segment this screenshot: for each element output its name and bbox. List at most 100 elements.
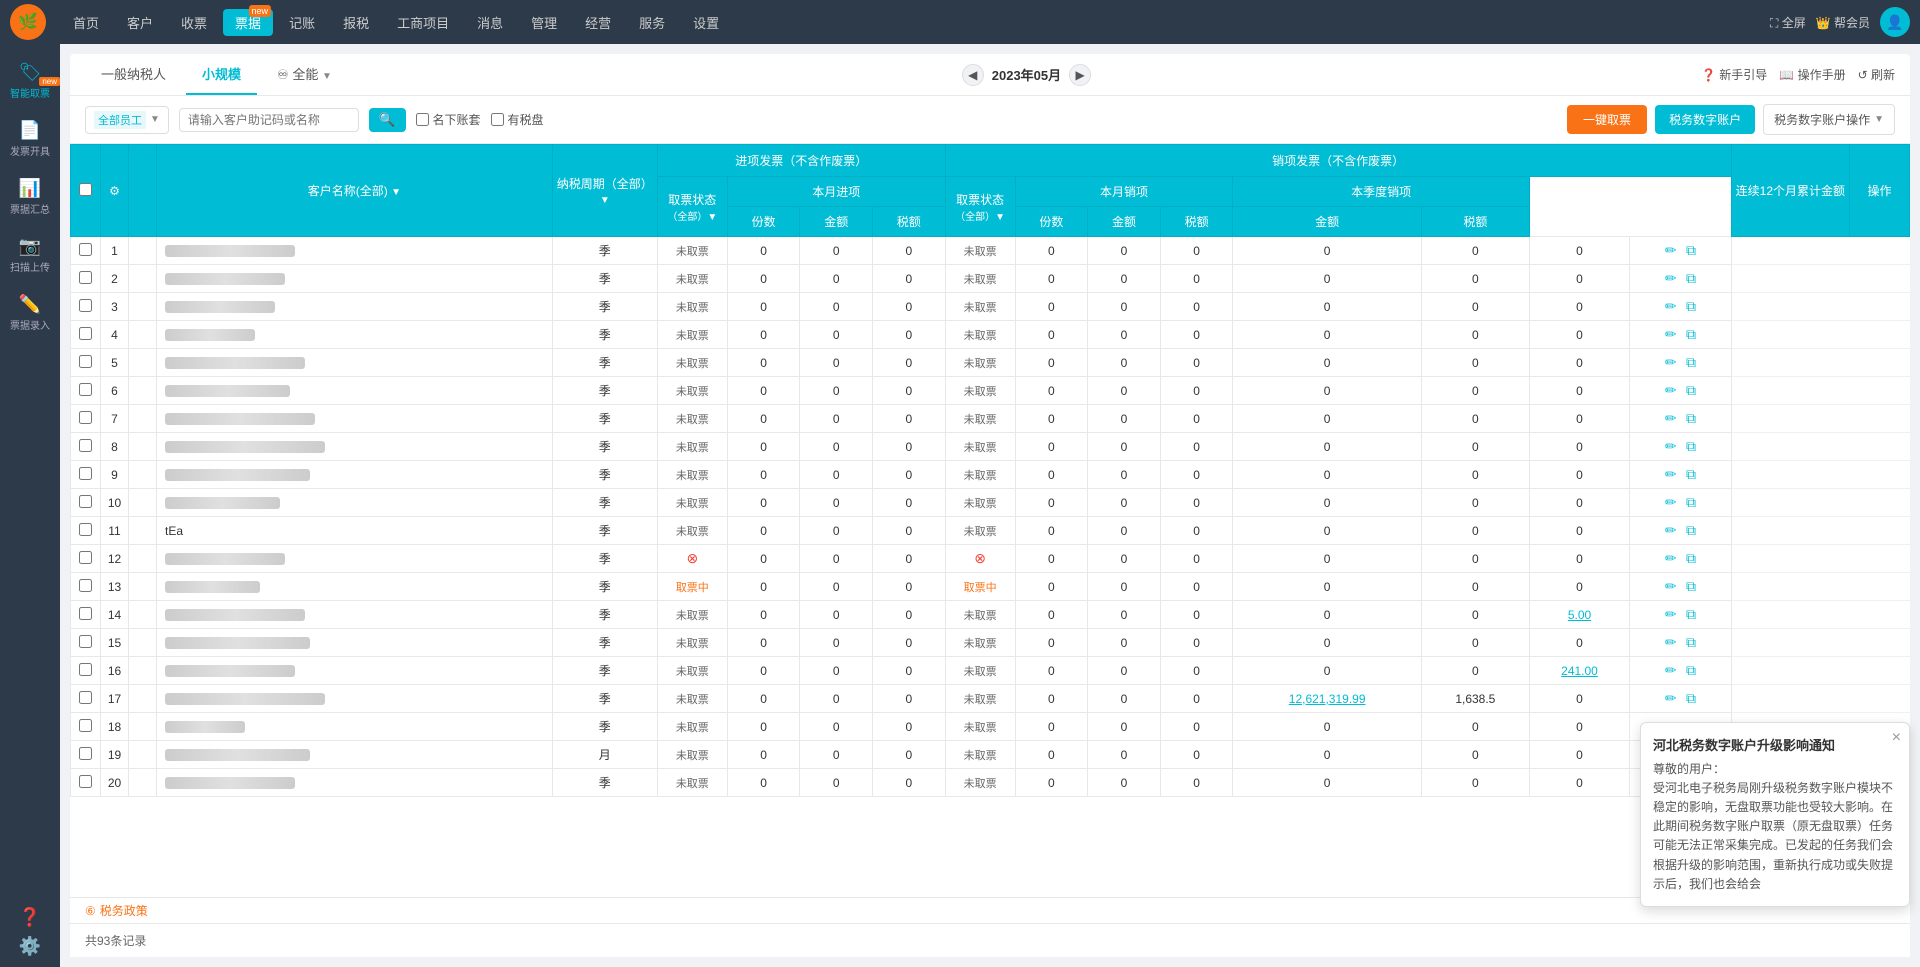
nav-settings[interactable]: 设置 [681, 9, 731, 36]
sidebar-item-smart-ticket[interactable]: 🏷 智能取票 new [0, 54, 60, 108]
tab-small-scale[interactable]: 小规模 [186, 54, 257, 95]
tax-digital-ops-btn[interactable]: 税务数字账户操作 ▼ [1763, 104, 1895, 135]
edit-btn[interactable]: ✏ [1662, 242, 1680, 258]
nav-ticket[interactable]: 票据 new [223, 9, 273, 36]
tab-all[interactable]: ♾ 全能 ▼ [261, 54, 348, 95]
nav-service[interactable]: 服务 [627, 9, 677, 36]
copy-btn[interactable]: ⧉ [1683, 298, 1699, 314]
edit-btn[interactable]: ✏ [1662, 494, 1680, 510]
row-checkbox[interactable] [79, 299, 92, 312]
th-settings[interactable]: ⚙ [101, 145, 129, 237]
nav-business[interactable]: 工商项目 [385, 9, 461, 36]
period-prev-btn[interactable]: ◀ [962, 64, 984, 86]
edit-btn[interactable]: ✏ [1662, 326, 1680, 342]
row-checkbox[interactable] [79, 243, 92, 256]
copy-btn[interactable]: ⧉ [1683, 550, 1699, 566]
copy-btn[interactable]: ⧉ [1683, 690, 1699, 706]
row-checkbox[interactable] [79, 551, 92, 564]
nav-home[interactable]: 首页 [61, 9, 111, 36]
edit-btn[interactable]: ✏ [1662, 690, 1680, 706]
nav-operation[interactable]: 经营 [573, 9, 623, 36]
user-avatar[interactable]: 👤 [1880, 7, 1910, 37]
edit-btn[interactable]: ✏ [1662, 354, 1680, 370]
row-checkbox[interactable] [79, 691, 92, 704]
row-checkbox[interactable] [79, 355, 92, 368]
row-checkbox[interactable] [79, 747, 92, 760]
copy-btn[interactable]: ⧉ [1683, 382, 1699, 398]
row-checkbox[interactable] [79, 439, 92, 452]
copy-btn[interactable]: ⧉ [1683, 634, 1699, 650]
nav-tax[interactable]: 报税 [331, 9, 381, 36]
manual-btn[interactable]: 📖 操作手册 [1779, 66, 1845, 83]
my-accounts-checkbox[interactable] [416, 113, 429, 126]
copy-btn[interactable]: ⧉ [1683, 606, 1699, 622]
settings-icon[interactable]: ⚙️ [19, 936, 41, 957]
checkbox-label-my-accounts[interactable]: 名下账套 [416, 111, 481, 128]
row-checkbox[interactable] [79, 607, 92, 620]
app-logo[interactable]: 🌿 [10, 4, 46, 40]
fullscreen-btn[interactable]: ⛶ 全屏 [1770, 14, 1806, 31]
copy-btn[interactable]: ⧉ [1683, 242, 1699, 258]
row-checkbox[interactable] [79, 495, 92, 508]
tax-policy-bar[interactable]: ⑥ 税务政策 [70, 897, 1910, 923]
checkbox-label-has-tax-disk[interactable]: 有税盘 [491, 111, 544, 128]
copy-btn[interactable]: ⧉ [1683, 270, 1699, 286]
nav-receive-ticket[interactable]: 收票 [169, 9, 219, 36]
row-checkbox[interactable] [79, 411, 92, 424]
copy-btn[interactable]: ⧉ [1683, 438, 1699, 454]
new-guide-btn[interactable]: ❓ 新手引导 [1701, 66, 1767, 83]
row-checkbox[interactable] [79, 271, 92, 284]
edit-btn[interactable]: ✏ [1662, 662, 1680, 678]
edit-btn[interactable]: ✏ [1662, 466, 1680, 482]
edit-btn[interactable]: ✏ [1662, 550, 1680, 566]
one-click-ticket-btn[interactable]: 一键取票 [1567, 105, 1647, 134]
row-checkbox[interactable] [79, 719, 92, 732]
search-button[interactable]: 🔍 [369, 108, 406, 132]
vip-btn[interactable]: 👑 帮会员 [1816, 14, 1870, 31]
tax-digital-account-btn[interactable]: 税务数字账户 [1655, 105, 1755, 134]
consecutive-amount[interactable]: 5.00 [1568, 608, 1591, 622]
edit-btn[interactable]: ✏ [1662, 522, 1680, 538]
edit-btn[interactable]: ✏ [1662, 578, 1680, 594]
nav-bookkeeping[interactable]: 记账 [277, 9, 327, 36]
row-checkbox[interactable] [79, 635, 92, 648]
edit-btn[interactable]: ✏ [1662, 606, 1680, 622]
row-checkbox[interactable] [79, 663, 92, 676]
period-next-btn[interactable]: ▶ [1069, 64, 1091, 86]
sidebar-item-ticket-summary[interactable]: 📊 票据汇总 [0, 170, 60, 224]
consecutive-amount[interactable]: 241.00 [1561, 664, 1598, 678]
edit-btn[interactable]: ✏ [1662, 270, 1680, 286]
row-checkbox[interactable] [79, 383, 92, 396]
employee-select[interactable]: 全部员工 ▼ [85, 106, 169, 134]
copy-btn[interactable]: ⧉ [1683, 662, 1699, 678]
row-checkbox[interactable] [79, 775, 92, 788]
nav-message[interactable]: 消息 [465, 9, 515, 36]
nav-manage[interactable]: 管理 [519, 9, 569, 36]
has-tax-disk-checkbox[interactable] [491, 113, 504, 126]
copy-btn[interactable]: ⧉ [1683, 578, 1699, 594]
nav-customer[interactable]: 客户 [115, 9, 165, 36]
copy-btn[interactable]: ⧉ [1683, 466, 1699, 482]
refresh-btn[interactable]: ↺ 刷新 [1858, 66, 1895, 83]
select-all-checkbox[interactable] [79, 183, 92, 196]
sidebar-item-scan-upload[interactable]: 📷 扫描上传 [0, 228, 60, 282]
edit-btn[interactable]: ✏ [1662, 438, 1680, 454]
copy-btn[interactable]: ⧉ [1683, 354, 1699, 370]
edit-btn[interactable]: ✏ [1662, 634, 1680, 650]
help-icon[interactable]: ❓ [19, 907, 41, 928]
row-checkbox[interactable] [79, 579, 92, 592]
edit-btn[interactable]: ✏ [1662, 382, 1680, 398]
edit-btn[interactable]: ✏ [1662, 410, 1680, 426]
row-checkbox[interactable] [79, 467, 92, 480]
search-input[interactable] [179, 108, 359, 132]
copy-btn[interactable]: ⧉ [1683, 494, 1699, 510]
row-checkbox[interactable] [79, 327, 92, 340]
copy-btn[interactable]: ⧉ [1683, 522, 1699, 538]
tab-general-taxpayer[interactable]: 一般纳税人 [85, 54, 182, 95]
sidebar-item-ticket-entry[interactable]: ✏️ 票据录入 [0, 286, 60, 340]
sidebar-item-invoice-open[interactable]: 📄 发票开具 [0, 112, 60, 166]
copy-btn[interactable]: ⧉ [1683, 410, 1699, 426]
copy-btn[interactable]: ⧉ [1683, 326, 1699, 342]
row-checkbox[interactable] [79, 523, 92, 536]
notification-close-btn[interactable]: × [1892, 729, 1901, 747]
